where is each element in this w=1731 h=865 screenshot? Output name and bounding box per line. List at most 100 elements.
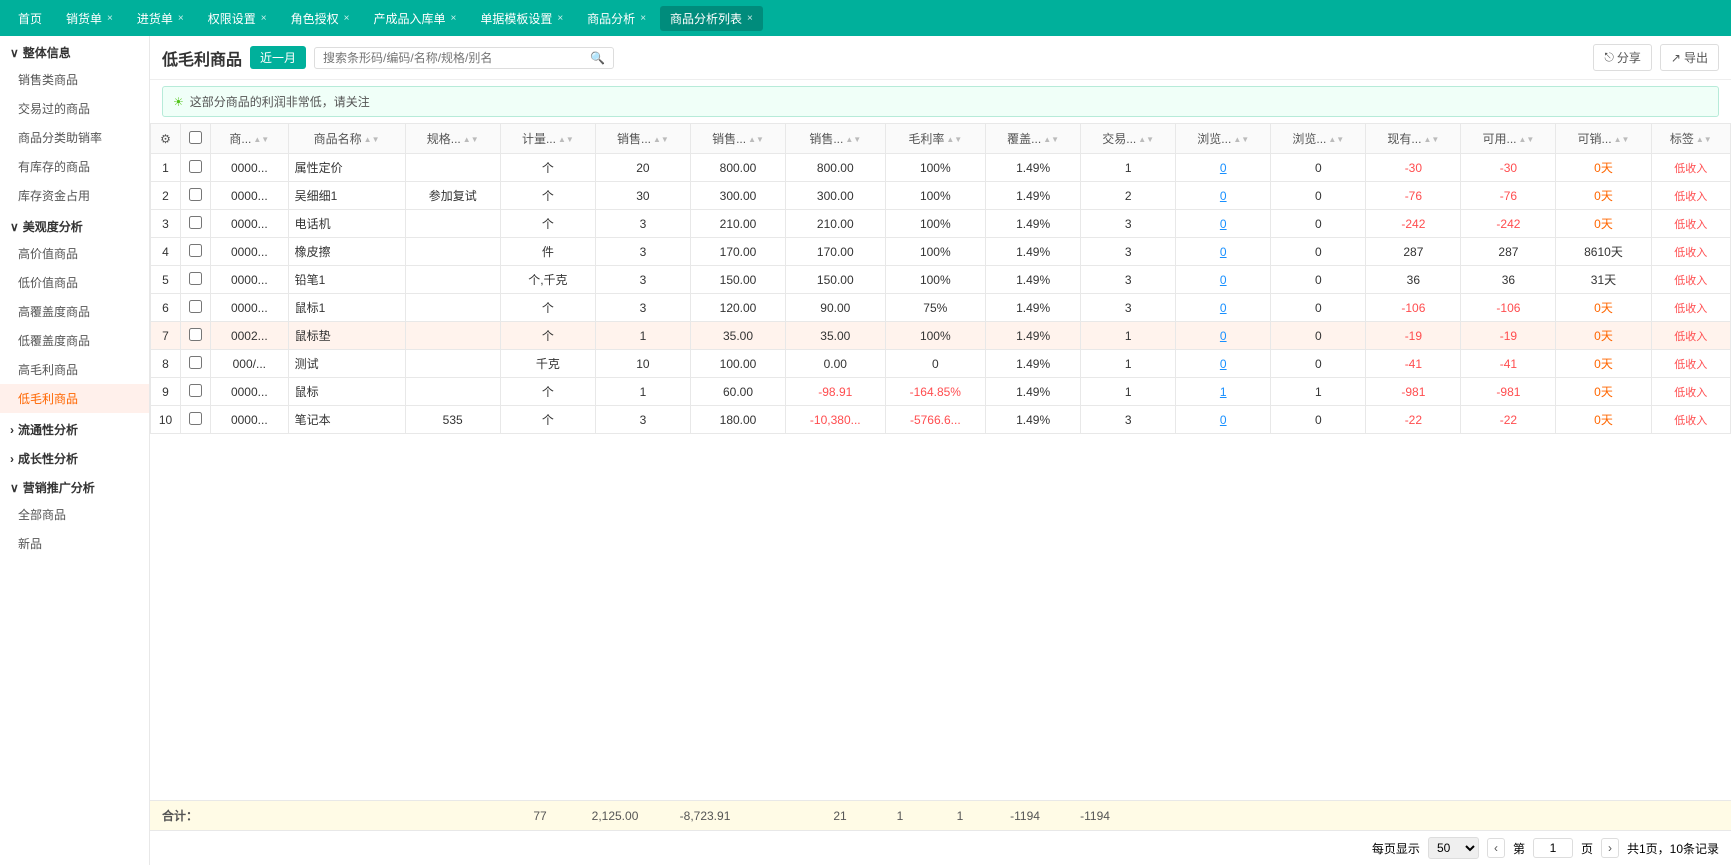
- close-icon[interactable]: ×: [640, 13, 646, 24]
- next-page-button[interactable]: ›: [1601, 838, 1619, 858]
- row-browse1[interactable]: 0: [1176, 210, 1271, 238]
- row-checkbox-cell[interactable]: [181, 322, 211, 350]
- row-checkbox[interactable]: [189, 244, 202, 257]
- row-checkbox[interactable]: [189, 216, 202, 229]
- col-unit[interactable]: 计量...▲▼: [500, 124, 595, 154]
- nav-home[interactable]: 首页: [8, 6, 52, 31]
- col-margin[interactable]: 毛利率▲▼: [885, 124, 986, 154]
- close-icon[interactable]: ×: [107, 13, 113, 24]
- sidebar-item-category-rate[interactable]: 商品分类助销率: [0, 123, 149, 152]
- sidebar-item-sales-products[interactable]: 销售类商品: [0, 65, 149, 94]
- row-checkbox[interactable]: [189, 384, 202, 397]
- sidebar-item-high-margin[interactable]: 高毛利商品: [0, 355, 149, 384]
- share-button[interactable]: ⎋ 分享: [1593, 44, 1652, 71]
- row-browse1[interactable]: 0: [1176, 350, 1271, 378]
- nav-product-inbound[interactable]: 产成品入库单 ×: [363, 6, 466, 31]
- row-browse1[interactable]: 1: [1176, 378, 1271, 406]
- export-button[interactable]: ↗ 导出: [1660, 44, 1719, 71]
- row-checkbox[interactable]: [189, 160, 202, 173]
- date-filter-button[interactable]: 近一月: [250, 46, 306, 69]
- col-checkbox[interactable]: [181, 124, 211, 154]
- col-coverage[interactable]: 覆盖...▲▼: [986, 124, 1081, 154]
- row-checkbox-cell[interactable]: [181, 182, 211, 210]
- col-browse2[interactable]: 浏览...▲▼: [1271, 124, 1366, 154]
- col-spec[interactable]: 规格...▲▼: [405, 124, 500, 154]
- row-checkbox-cell[interactable]: [181, 266, 211, 294]
- prev-page-button[interactable]: ‹: [1487, 838, 1505, 858]
- row-checkbox[interactable]: [189, 188, 202, 201]
- row-stock2: -242: [1461, 210, 1556, 238]
- close-icon[interactable]: ×: [747, 13, 753, 24]
- col-browse1[interactable]: 浏览...▲▼: [1176, 124, 1271, 154]
- row-browse1[interactable]: 0: [1176, 154, 1271, 182]
- nav-permission[interactable]: 权限设置 ×: [198, 6, 277, 31]
- select-all-checkbox[interactable]: [189, 131, 202, 144]
- col-stock-available[interactable]: 可用...▲▼: [1461, 124, 1556, 154]
- sidebar-group-circulation[interactable]: › 流通性分析: [0, 413, 149, 442]
- nav-sales-order[interactable]: 销货单 ×: [56, 6, 123, 31]
- row-checkbox-cell[interactable]: [181, 210, 211, 238]
- row-checkbox[interactable]: [189, 272, 202, 285]
- row-checkbox-cell[interactable]: [181, 350, 211, 378]
- sidebar-item-low-coverage[interactable]: 低覆盖度商品: [0, 326, 149, 355]
- col-sales-qty[interactable]: 销售...▲▼: [595, 124, 690, 154]
- nav-product-analysis-list[interactable]: 商品分析列表 ×: [660, 6, 763, 31]
- close-icon[interactable]: ×: [344, 13, 350, 24]
- row-days: 0天: [1556, 350, 1651, 378]
- sidebar-group-marketing[interactable]: ∨ 营销推广分析: [0, 471, 149, 500]
- nav-product-analysis[interactable]: 商品分析 ×: [577, 6, 656, 31]
- close-icon[interactable]: ×: [261, 13, 267, 24]
- row-checkbox[interactable]: [189, 328, 202, 341]
- sidebar-item-traded-products[interactable]: 交易过的商品: [0, 94, 149, 123]
- col-name[interactable]: 商品名称▲▼: [288, 124, 405, 154]
- row-checkbox[interactable]: [189, 300, 202, 313]
- row-margin: 1.49%: [986, 266, 1081, 294]
- search-icon[interactable]: 🔍: [590, 51, 605, 65]
- col-stock-sellable[interactable]: 可销...▲▼: [1556, 124, 1651, 154]
- sidebar-item-low-value[interactable]: 低价值商品: [0, 268, 149, 297]
- col-stock-current[interactable]: 现有...▲▼: [1366, 124, 1461, 154]
- col-tag[interactable]: 标签▲▼: [1651, 124, 1730, 154]
- row-browse1[interactable]: 0: [1176, 238, 1271, 266]
- row-browse1[interactable]: 0: [1176, 294, 1271, 322]
- sidebar-group-beauty[interactable]: ∨ 美观度分析: [0, 210, 149, 239]
- col-sales-price[interactable]: 销售...▲▼: [690, 124, 785, 154]
- sidebar-item-all-products[interactable]: 全部商品: [0, 500, 149, 529]
- per-page-select[interactable]: 50 100 200: [1428, 837, 1479, 859]
- page-number-input[interactable]: [1533, 838, 1573, 858]
- col-transactions[interactable]: 交易...▲▼: [1081, 124, 1176, 154]
- nav-role-auth[interactable]: 角色授权 ×: [281, 6, 360, 31]
- row-checkbox-cell[interactable]: [181, 294, 211, 322]
- row-qty: 30: [595, 182, 690, 210]
- sidebar-item-high-coverage[interactable]: 高覆盖度商品: [0, 297, 149, 326]
- footer-price: 2,125.00: [570, 809, 660, 823]
- sidebar-item-stock-capital[interactable]: 库存资金占用: [0, 181, 149, 210]
- row-browse1[interactable]: 0: [1176, 266, 1271, 294]
- col-code[interactable]: 商...▲▼: [211, 124, 289, 154]
- row-browse1[interactable]: 0: [1176, 182, 1271, 210]
- table-container[interactable]: ⚙ 商...▲▼ 商品名称▲▼ 规格...▲▼ 计量...▲▼ 销售...▲▼ …: [150, 123, 1731, 800]
- sidebar-item-in-stock[interactable]: 有库存的商品: [0, 152, 149, 181]
- sidebar-item-high-value[interactable]: 高价值商品: [0, 239, 149, 268]
- row-browse2: 0: [1271, 322, 1366, 350]
- search-input[interactable]: [323, 51, 590, 65]
- nav-purchase-order[interactable]: 进货单 ×: [127, 6, 194, 31]
- sidebar-group-overall[interactable]: ∨ 整体信息: [0, 36, 149, 65]
- close-icon[interactable]: ×: [178, 13, 184, 24]
- row-checkbox-cell[interactable]: [181, 238, 211, 266]
- row-checkbox-cell[interactable]: [181, 154, 211, 182]
- row-checkbox[interactable]: [189, 356, 202, 369]
- nav-template-settings[interactable]: 单据模板设置 ×: [470, 6, 573, 31]
- col-settings[interactable]: ⚙: [151, 124, 181, 154]
- row-browse1[interactable]: 0: [1176, 406, 1271, 434]
- row-browse1[interactable]: 0: [1176, 322, 1271, 350]
- col-sales-amount[interactable]: 销售...▲▼: [786, 124, 886, 154]
- row-checkbox-cell[interactable]: [181, 406, 211, 434]
- sidebar-group-growth[interactable]: › 成长性分析: [0, 442, 149, 471]
- close-icon[interactable]: ×: [450, 13, 456, 24]
- sidebar-item-new-products[interactable]: 新品: [0, 529, 149, 558]
- sidebar-item-low-margin[interactable]: 低毛利商品: [0, 384, 149, 413]
- row-checkbox-cell[interactable]: [181, 378, 211, 406]
- row-checkbox[interactable]: [189, 412, 202, 425]
- close-icon[interactable]: ×: [557, 13, 563, 24]
